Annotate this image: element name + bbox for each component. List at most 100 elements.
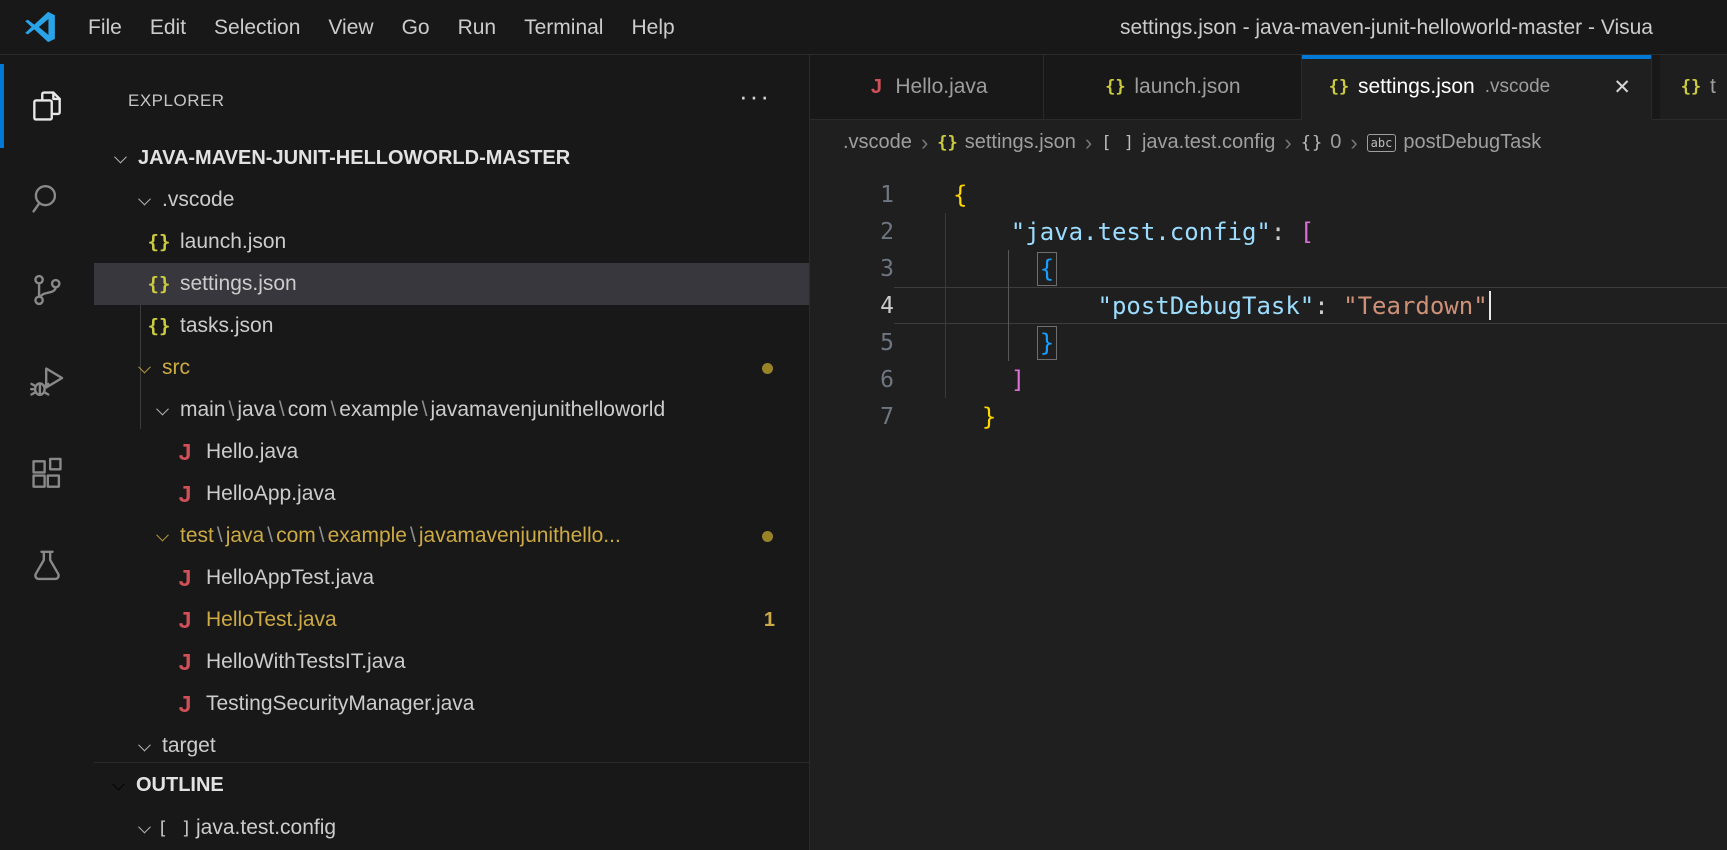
code-token <box>953 255 1040 283</box>
indent-guide <box>945 213 946 398</box>
tree-item-.vscode[interactable]: .vscode <box>94 179 809 221</box>
modified-dot-icon <box>762 531 773 542</box>
array-icon: [ ] <box>1101 133 1135 153</box>
activity-testing-icon[interactable] <box>0 520 94 612</box>
tree-item-target[interactable]: target <box>94 725 809 767</box>
path-separator: \ <box>214 524 226 547</box>
line-number: 7 <box>810 404 894 430</box>
outline-header[interactable]: OUTLINE <box>94 763 809 807</box>
tab-hello.java[interactable]: JHello.java <box>810 55 1044 119</box>
tab-label: Hello.java <box>895 75 987 99</box>
tree-item-label: HelloAppTest.java <box>206 566 374 590</box>
vscode-logo-icon[interactable] <box>22 9 58 45</box>
editor-group: JHello.java{}launch.json{}settings.json.… <box>810 55 1727 850</box>
menu-view[interactable]: View <box>314 0 387 55</box>
close-icon[interactable]: ✕ <box>1599 75 1631 100</box>
menu-selection[interactable]: Selection <box>200 0 314 55</box>
activity-bar <box>0 55 94 850</box>
tree-item-helloapptest.java[interactable]: JHelloAppTest.java <box>94 557 809 599</box>
tree-item-settings.json[interactable]: {} settings.json <box>94 263 809 305</box>
chevron-down-icon <box>152 532 172 541</box>
tree-item-hellotest.java[interactable]: JHelloTest.java1 <box>94 599 809 641</box>
tree-item-testingsecuritymanager.java[interactable]: JTestingSecurityManager.java <box>94 683 809 725</box>
code-line-6[interactable]: 6 ] <box>810 361 1727 398</box>
tree-item-label: HelloTest.java <box>206 608 337 632</box>
menu-go[interactable]: Go <box>388 0 444 55</box>
code-token: "postDebugTask" <box>1098 292 1315 320</box>
code-line-5[interactable]: 5 } <box>810 324 1727 361</box>
outline-item-java.test.config[interactable]: [ ]java.test.config <box>94 807 809 849</box>
menu-edit[interactable]: Edit <box>136 0 200 55</box>
tree-item-hellowithtestsit.java[interactable]: JHelloWithTestsIT.java <box>94 641 809 683</box>
path-separator: \ <box>316 524 328 547</box>
tree-item-main-java-com-example-javamavenjunithell[interactable]: main\java\com\example\javamavenjunithell… <box>94 389 809 431</box>
menu-file[interactable]: File <box>74 0 136 55</box>
breadcrumb-0[interactable]: {}0 <box>1301 131 1342 154</box>
activity-source-control-icon[interactable] <box>0 244 94 336</box>
tab-t[interactable]: {}t <box>1660 55 1727 119</box>
line-number: 3 <box>810 256 894 282</box>
code-line-text: ] <box>894 361 1727 398</box>
breadcrumb-label: settings.json <box>965 131 1076 154</box>
tree-item-test-java-com-example-javamavenjunithell[interactable]: test\java\com\example\javamavenjunithell… <box>94 515 809 557</box>
menu-terminal[interactable]: Terminal <box>510 0 617 55</box>
breadcrumb-separator: › <box>1275 130 1300 156</box>
tab-settings.json[interactable]: {}settings.json.vscode✕ <box>1302 55 1652 119</box>
activity-extensions-icon[interactable] <box>0 428 94 520</box>
title-bar: FileEditSelectionViewGoRunTerminalHelp s… <box>0 0 1727 55</box>
tree-item-hello.java[interactable]: JHello.java <box>94 431 809 473</box>
breadcrumb-postdebugtask[interactable]: abc postDebugTask <box>1367 131 1542 154</box>
code-line-2[interactable]: 2 "java.test.config": [ <box>810 213 1727 250</box>
breadcrumb-label: .vscode <box>843 131 912 154</box>
code-line-7[interactable]: 7 } <box>810 398 1727 435</box>
breadcrumb-settings.json[interactable]: {} settings.json <box>937 131 1076 154</box>
problem-count-badge: 1 <box>764 609 775 632</box>
explorer-tree: JAVA-MAVEN-JUNIT-HELLOWORLD-MASTER .vscod… <box>94 137 809 767</box>
code-line-1[interactable]: 1{ <box>810 176 1727 213</box>
outline-items: [ ]java.test.config <box>94 807 809 849</box>
tab-label: settings.json <box>1358 75 1475 99</box>
tree-item-label: HelloWithTestsIT.java <box>206 650 406 674</box>
tree-item-helloapp.java[interactable]: JHelloApp.java <box>94 473 809 515</box>
abc-icon: abc <box>1367 134 1397 152</box>
explorer-sidebar: EXPLORER ··· JAVA-MAVEN-JUNIT-HELLOWORLD… <box>94 55 810 850</box>
code-line-text: "postDebugTask": "Teardown" <box>894 287 1727 324</box>
tree-item-label: JAVA-MAVEN-JUNIT-HELLOWORLD-MASTER <box>138 147 570 170</box>
breadcrumb-separator: › <box>1341 130 1366 156</box>
breadcrumb-java.test.config[interactable]: [ ]java.test.config <box>1101 131 1275 154</box>
json-file-icon: {} <box>1104 77 1126 97</box>
tree-item-label: HelloApp.java <box>206 482 336 506</box>
object-icon: {} <box>1301 133 1323 153</box>
code-line-3[interactable]: 3 { <box>810 250 1727 287</box>
more-actions-icon[interactable]: ··· <box>739 81 771 112</box>
code-token: { <box>953 181 967 209</box>
breadcrumb-label: postDebugTask <box>1403 131 1541 154</box>
menu-bar: FileEditSelectionViewGoRunTerminalHelp <box>74 0 689 55</box>
tree-root[interactable]: JAVA-MAVEN-JUNIT-HELLOWORLD-MASTER <box>94 137 809 179</box>
activity-explorer-icon[interactable] <box>0 60 94 152</box>
json-icon: {} <box>937 133 957 153</box>
chevron-down-icon <box>134 824 154 833</box>
activity-run-debug-icon[interactable] <box>0 336 94 428</box>
line-number: 2 <box>810 219 894 245</box>
code-editor[interactable]: 1{2 "java.test.config": [3 {4 "postDebug… <box>810 165 1727 850</box>
tree-item-tasks.json[interactable]: {}tasks.json <box>94 305 809 347</box>
json-file-icon: {} <box>1680 77 1702 97</box>
code-line-4[interactable]: 4 "postDebugTask": "Teardown" <box>810 287 1727 324</box>
tab-launch.json[interactable]: {}launch.json <box>1044 55 1302 119</box>
path-separator: \ <box>276 398 288 421</box>
json-file-icon: {} <box>146 273 172 295</box>
tree-item-launch.json[interactable]: {}launch.json <box>94 221 809 263</box>
menu-help[interactable]: Help <box>617 0 688 55</box>
outline-item-label: java.test.config <box>196 816 336 840</box>
breadcrumb-.vscode[interactable]: .vscode <box>843 131 912 154</box>
menu-run[interactable]: Run <box>444 0 511 55</box>
path-separator: \ <box>327 398 339 421</box>
path-separator: \ <box>419 398 431 421</box>
tree-item-label: launch.json <box>180 230 286 254</box>
tree-item-label: target <box>162 734 216 758</box>
breadcrumb-separator: › <box>912 130 937 156</box>
tree-item-src[interactable]: src <box>94 347 809 389</box>
tree-item-label: settings.json <box>180 272 297 296</box>
activity-search-icon[interactable] <box>0 152 94 244</box>
